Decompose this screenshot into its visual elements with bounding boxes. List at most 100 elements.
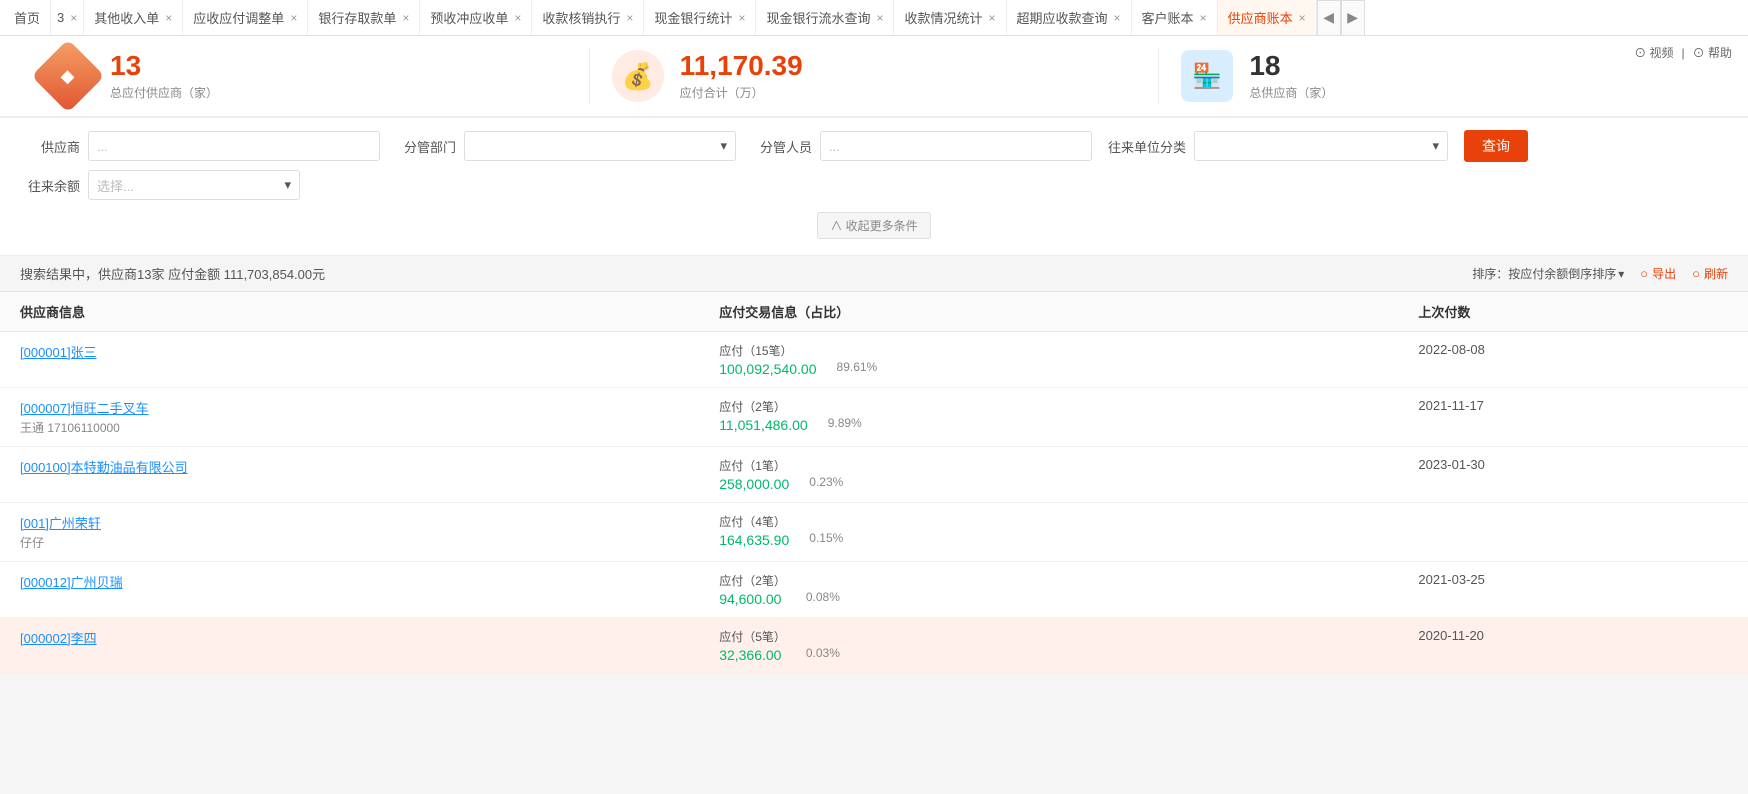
nav-prev-arrow[interactable]: ◀ — [1317, 0, 1341, 36]
diamond-icon: ◆ — [40, 48, 96, 104]
nav-cash-flow[interactable]: 现金银行流水查询 × — [756, 0, 894, 36]
nav-close-icon[interactable]: × — [876, 11, 883, 25]
table-row: [000007]恒旺二手叉车 王通 17106110000 应付（2笔） 11,… — [0, 388, 1748, 447]
separator: | — [1682, 46, 1685, 60]
pay-label: 应付（5笔） — [719, 628, 786, 645]
nav-close-icon[interactable]: × — [514, 11, 521, 25]
dept-dropdown[interactable]: ▾ — [464, 131, 736, 161]
supplier-link[interactable]: [000012]广州贝瑞 — [20, 575, 123, 590]
nav-payment[interactable]: 收款核销执行 × — [532, 0, 644, 36]
nav-close-icon[interactable]: × — [1114, 11, 1121, 25]
supplier-link[interactable]: [001]广州荣轩 — [20, 516, 101, 531]
last-payment-date: 2023-01-30 — [1418, 457, 1485, 472]
results-bar: 搜索结果中，供应商13家 应付金额 111,703,854.00元 排序：按应付… — [0, 256, 1748, 292]
supplier-link[interactable]: [000001]张三 — [20, 345, 97, 360]
supplier-link[interactable]: [000100]本特勤油品有限公司 — [20, 460, 188, 475]
export-button[interactable]: ○ 导出 — [1640, 265, 1676, 282]
top-navigation: 首页 3 × 其他收入单 × 应收应付调整单 × 银行存取款单 × 预收冲应收单… — [0, 0, 1748, 36]
nav-home-label: 首页 — [14, 8, 40, 27]
pay-amount: 11,051,486.00 — [719, 417, 808, 433]
table-row: [000001]张三 应付（15笔） 100,092,540.00 89.61%… — [0, 332, 1748, 388]
nav-ar-adjust-label: 应收应付调整单 — [193, 8, 284, 27]
nav-prepay[interactable]: 预收冲应收单 × — [420, 0, 532, 36]
nav-close-icon[interactable]: × — [738, 11, 745, 25]
balance-dropdown[interactable]: 选择... ▾ — [88, 170, 300, 200]
supplier-filter-label: 供应商 — [20, 137, 80, 156]
last-payment-date: 2020-11-20 — [1418, 628, 1484, 643]
nav-next-arrow[interactable]: ▶ — [1341, 0, 1365, 36]
nav-prepay-label: 预收冲应收单 — [430, 8, 508, 27]
pay-percent: 0.03% — [806, 646, 840, 660]
payable-suppliers-number: 13 — [110, 51, 218, 82]
nav-close-icon[interactable]: × — [1200, 11, 1207, 25]
nav-collection-stat-label: 收款情况统计 — [904, 8, 982, 27]
nav-overdue[interactable]: 超期应收款查询 × — [1007, 0, 1132, 36]
table-row: [000002]李四 应付（5笔） 32,366.00 0.03% 2020-1… — [0, 618, 1748, 674]
pay-label: 应付（2笔） — [719, 572, 786, 589]
person-filter: 分管人员 ... — [752, 131, 1092, 161]
help-link[interactable]: ⊙ 帮助 — [1693, 44, 1732, 61]
total-suppliers-number: 18 — [1249, 51, 1333, 82]
person-input[interactable]: ... — [820, 131, 1092, 161]
nav-supplier-ledger[interactable]: 供应商账本 × — [1218, 0, 1317, 36]
person-filter-label: 分管人员 — [752, 137, 812, 156]
coin-icon: 💰 — [610, 48, 666, 104]
summary-payable-total: 💰 11,170.39 应付合计（万） — [590, 48, 1160, 104]
last-payment-date: 2022-08-08 — [1418, 342, 1485, 357]
last-payment-date: 2021-11-17 — [1418, 398, 1484, 413]
unit-dropdown[interactable]: ▾ — [1194, 131, 1448, 161]
pay-percent: 9.89% — [828, 416, 862, 430]
supplier-input[interactable]: ... — [88, 131, 380, 161]
nav-close-icon[interactable]: × — [165, 11, 172, 25]
nav-home[interactable]: 首页 — [4, 0, 51, 36]
nav-bank-label: 银行存取款单 — [318, 8, 396, 27]
nav-close-icon[interactable]: × — [70, 11, 77, 25]
unit-filter-label: 往来单位分类 — [1108, 137, 1186, 156]
filter-area: 供应商 ... 分管部门 ▾ 分管人员 ... 往来单位分类 ▾ — [0, 118, 1748, 256]
sort-button[interactable]: 排序：按应付余额倒序排序 ▾ — [1472, 265, 1624, 282]
nav-customer-ledger[interactable]: 客户账本 × — [1132, 0, 1218, 36]
results-summary: 搜索结果中，供应商13家 应付金额 111,703,854.00元 — [20, 264, 325, 283]
nav-close-icon[interactable]: × — [290, 11, 297, 25]
pay-label: 应付（2笔） — [719, 398, 808, 415]
search-button[interactable]: 查询 — [1464, 130, 1528, 162]
payable-total-label: 应付合计（万） — [680, 84, 803, 101]
unit-filter: 往来单位分类 ▾ — [1108, 131, 1448, 161]
supplier-sub: 仔仔 — [20, 534, 679, 551]
nav-close-icon[interactable]: × — [626, 11, 633, 25]
dept-filter: 分管部门 ▾ — [396, 131, 736, 161]
nav-cash-stat-label: 现金银行统计 — [654, 8, 732, 27]
nav-payment-label: 收款核销执行 — [542, 8, 620, 27]
pay-percent: 0.08% — [806, 590, 840, 604]
nav-collection-stat[interactable]: 收款情况统计 × — [894, 0, 1006, 36]
total-suppliers-label: 总供应商（家） — [1249, 84, 1333, 101]
nav-ar-adjust[interactable]: 应收应付调整单 × — [183, 0, 308, 36]
collapse-button[interactable]: ∧ 收起更多条件 — [817, 212, 930, 239]
pay-amount: 164,635.90 — [719, 532, 789, 548]
nav-close-icon[interactable]: × — [402, 11, 409, 25]
payable-suppliers-label: 总应付供应商（家） — [110, 84, 218, 101]
video-help[interactable]: ⊙ 视频 — [1634, 44, 1673, 61]
pay-amount: 258,000.00 — [719, 476, 789, 492]
refresh-button[interactable]: ○ 刷新 — [1692, 265, 1728, 282]
nav-bank[interactable]: 银行存取款单 × — [308, 0, 420, 36]
nav-close-icon[interactable]: × — [1299, 11, 1306, 25]
nav-tab-3[interactable]: 3 × — [51, 0, 84, 36]
pay-percent: 0.15% — [809, 531, 843, 545]
nav-cash-stat[interactable]: 现金银行统计 × — [644, 0, 756, 36]
nav-tab-3-label: 3 — [57, 10, 64, 25]
supplier-sub: 王通 17106110000 — [20, 419, 679, 436]
table-row: [001]广州荣轩 仔仔 应付（4笔） 164,635.90 0.15% — [0, 503, 1748, 562]
nav-overdue-label: 超期应收款查询 — [1017, 8, 1108, 27]
supplier-link[interactable]: [000002]李四 — [20, 631, 97, 646]
table-row: [000012]广州贝瑞 应付（2笔） 94,600.00 0.08% 2021… — [0, 562, 1748, 618]
nav-other-income[interactable]: 其他收入单 × — [84, 0, 183, 36]
pay-percent: 89.61% — [837, 360, 878, 374]
supplier-link[interactable]: [000007]恒旺二手叉车 — [20, 401, 149, 416]
nav-close-icon[interactable]: × — [989, 11, 996, 25]
col-transaction-info: 应付交易信息（占比） — [699, 292, 1398, 332]
nav-cash-flow-label: 现金银行流水查询 — [766, 8, 870, 27]
pay-amount: 94,600.00 — [719, 591, 786, 607]
store-icon: 🏪 — [1179, 48, 1235, 104]
nav-customer-ledger-label: 客户账本 — [1142, 8, 1194, 27]
